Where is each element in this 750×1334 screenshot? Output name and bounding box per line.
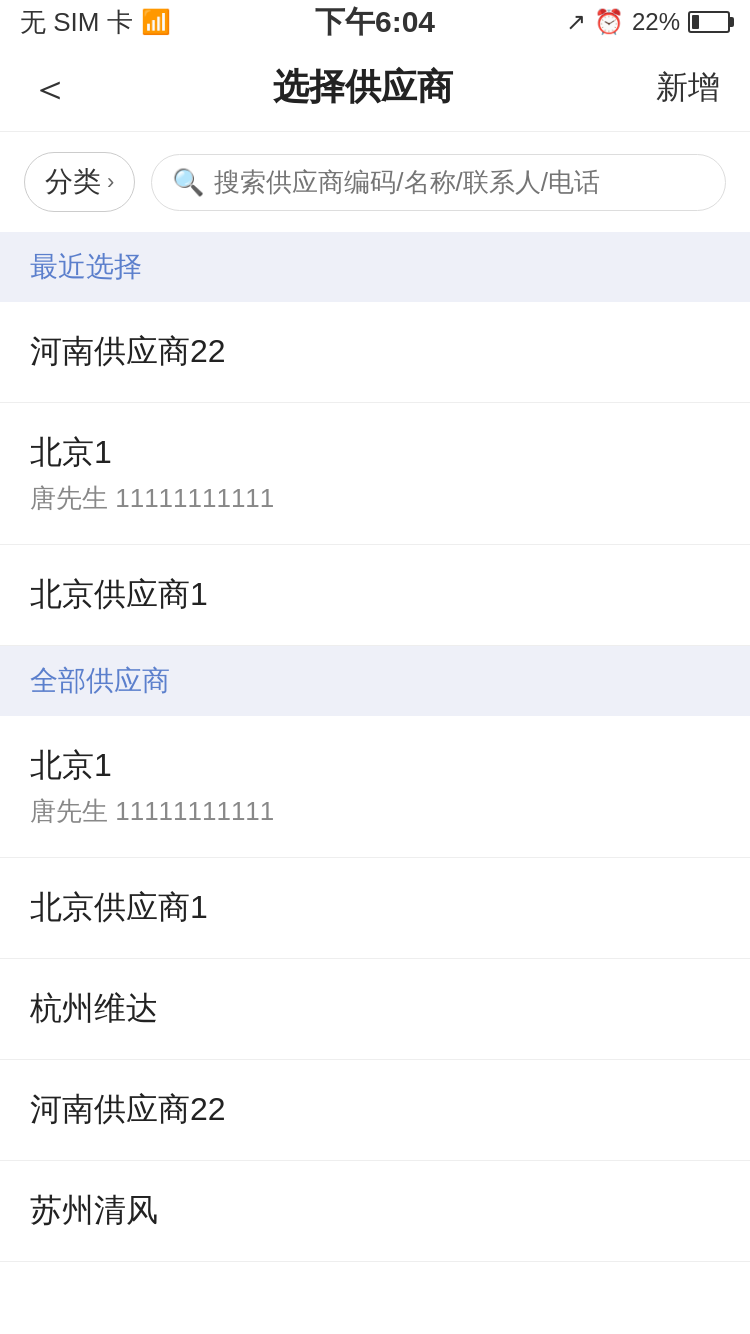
status-time: 下午6:04 bbox=[315, 2, 435, 43]
all-list: 北京1 唐先生 11111111111 北京供应商1 杭州维达 河南供应商22 … bbox=[0, 716, 750, 1262]
item-name: 苏州清风 bbox=[30, 1189, 720, 1233]
list-item[interactable]: 杭州维达 bbox=[0, 959, 750, 1060]
status-right: ↗ ⏰ 22% bbox=[566, 8, 730, 36]
recent-header-text: 最近选择 bbox=[30, 251, 142, 282]
category-button[interactable]: 分类 › bbox=[24, 152, 135, 212]
alarm-icon: ⏰ bbox=[594, 8, 624, 36]
add-button[interactable]: 新增 bbox=[656, 66, 720, 110]
battery-percent: 22% bbox=[632, 8, 680, 36]
category-label: 分类 bbox=[45, 163, 101, 201]
all-header-text: 全部供应商 bbox=[30, 665, 170, 696]
recent-list: 河南供应商22 北京1 唐先生 11111111111 北京供应商1 bbox=[0, 302, 750, 646]
page-title: 选择供应商 bbox=[273, 63, 453, 112]
status-carrier: 无 SIM 卡 📶 bbox=[20, 5, 171, 40]
list-item[interactable]: 北京1 唐先生 11111111111 bbox=[0, 716, 750, 858]
nav-bar: ＜ 选择供应商 新增 bbox=[0, 44, 750, 132]
search-input[interactable] bbox=[214, 167, 705, 198]
list-item[interactable]: 河南供应商22 bbox=[0, 302, 750, 403]
wifi-icon: 📶 bbox=[141, 8, 171, 36]
status-bar: 无 SIM 卡 📶 下午6:04 ↗ ⏰ 22% bbox=[0, 0, 750, 44]
search-icon: 🔍 bbox=[172, 167, 204, 198]
item-name: 河南供应商22 bbox=[30, 330, 720, 374]
chevron-right-icon: › bbox=[107, 169, 114, 195]
all-section-header: 全部供应商 bbox=[0, 646, 750, 716]
location-icon: ↗ bbox=[566, 8, 586, 36]
list-item[interactable]: 北京供应商1 bbox=[0, 545, 750, 646]
filter-bar: 分类 › 🔍 bbox=[0, 132, 750, 232]
item-sub: 唐先生 11111111111 bbox=[30, 794, 720, 829]
list-item[interactable]: 北京供应商1 bbox=[0, 858, 750, 959]
item-name: 杭州维达 bbox=[30, 987, 720, 1031]
item-name: 北京1 bbox=[30, 744, 720, 788]
item-name: 北京供应商1 bbox=[30, 573, 720, 617]
item-sub: 唐先生 11111111111 bbox=[30, 481, 720, 516]
battery-icon bbox=[688, 11, 730, 33]
list-item[interactable]: 苏州清风 bbox=[0, 1161, 750, 1262]
search-box: 🔍 bbox=[151, 154, 726, 211]
item-name: 北京1 bbox=[30, 431, 720, 475]
recent-section-header: 最近选择 bbox=[0, 232, 750, 302]
item-name: 河南供应商22 bbox=[30, 1088, 720, 1132]
back-button[interactable]: ＜ bbox=[30, 68, 70, 108]
list-item[interactable]: 河南供应商22 bbox=[0, 1060, 750, 1161]
list-item[interactable]: 北京1 唐先生 11111111111 bbox=[0, 403, 750, 545]
item-name: 北京供应商1 bbox=[30, 886, 720, 930]
